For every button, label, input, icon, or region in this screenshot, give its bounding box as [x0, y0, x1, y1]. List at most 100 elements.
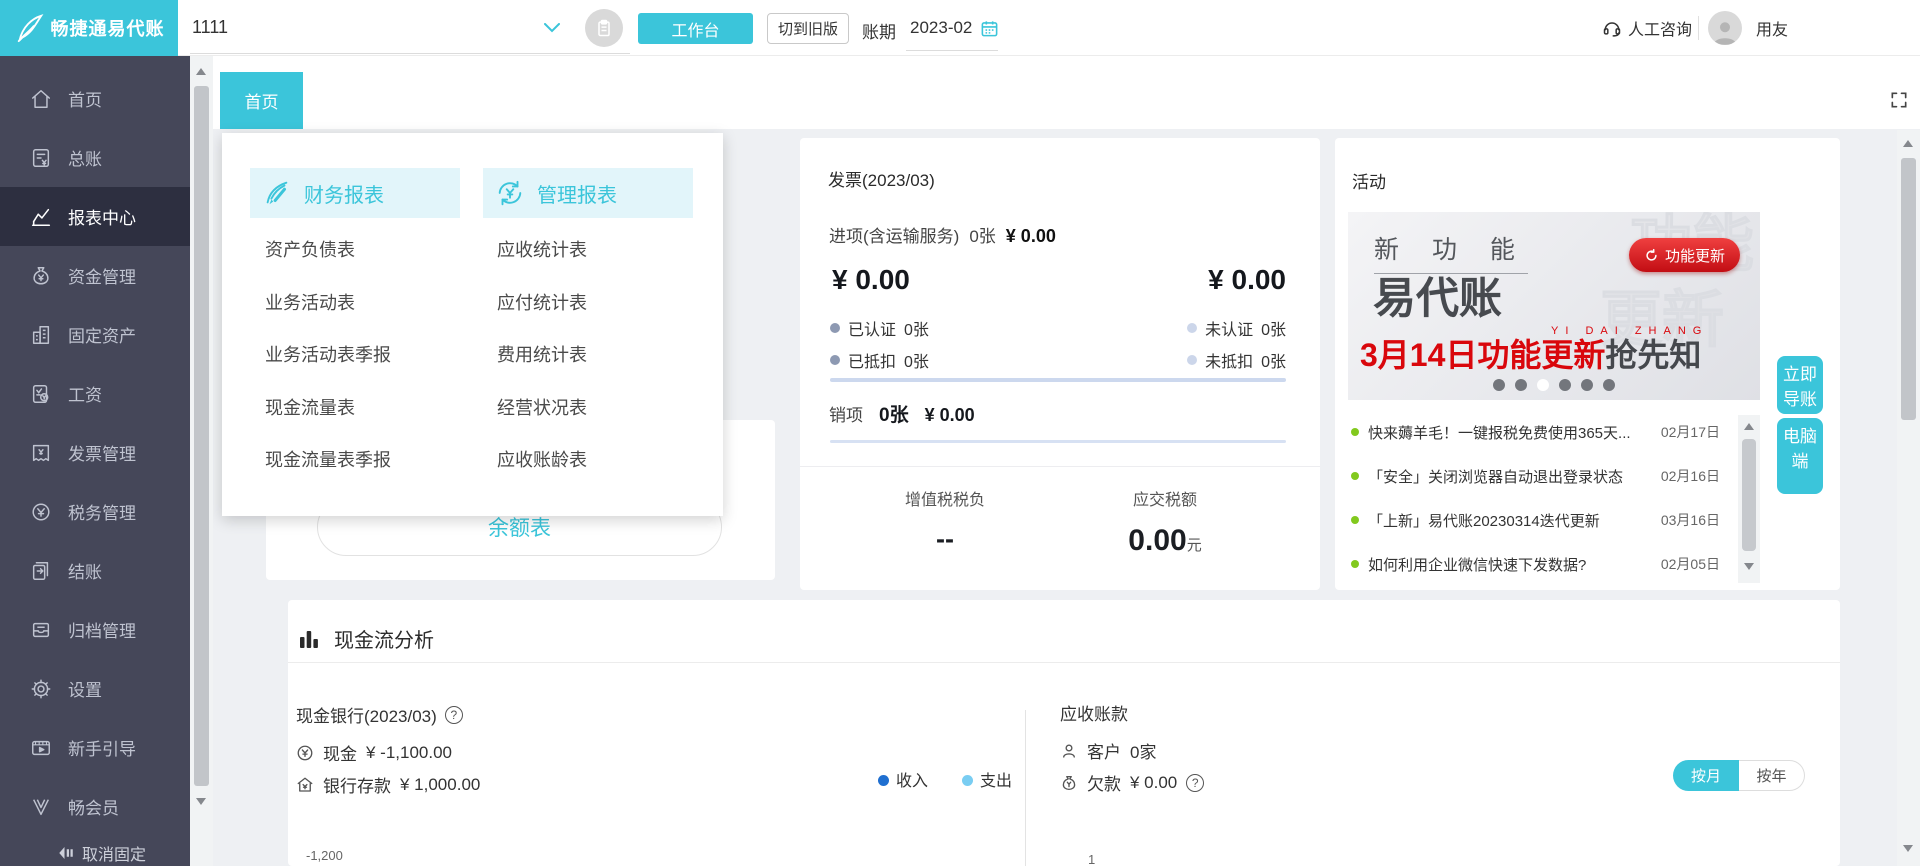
- carousel-dot[interactable]: [1515, 379, 1527, 391]
- pc-client-button[interactable]: 电脑端: [1777, 418, 1823, 494]
- sidebar-item-report-center[interactable]: 报表中心: [0, 187, 190, 246]
- invoice-input-line: 进项(含运输服务) 0张 ¥ 0.00: [829, 222, 1056, 247]
- page-scrollbar-thumb[interactable]: [1901, 158, 1916, 420]
- legend-expense[interactable]: 支出: [962, 767, 1012, 791]
- news-scrollbar-thumb[interactable]: [1742, 439, 1756, 551]
- bank-value: ¥ 1,000.00: [400, 774, 481, 794]
- customer-row: 客户 0家: [1060, 738, 1156, 763]
- building-icon: [30, 324, 52, 346]
- sidebar-item-funds[interactable]: 资金管理: [0, 246, 190, 305]
- scroll-down-arrow-icon[interactable]: [1744, 563, 1754, 570]
- support-link[interactable]: 人工咨询: [1602, 0, 1692, 56]
- menu-item-cashflow-quarterly[interactable]: 现金流量表季报: [265, 446, 391, 472]
- cashflow-card: 现金流分析 现金银行(2023/03) ? 现金 ¥ -1,100.00 银行存…: [288, 600, 1840, 866]
- manage-report-header[interactable]: 管理报表: [483, 168, 693, 218]
- menu-item-cashflow-statement[interactable]: 现金流量表: [265, 394, 355, 420]
- sidebar-item-invoice-management[interactable]: 发票管理: [0, 423, 190, 482]
- menu-item-expense-stats[interactable]: 费用统计表: [497, 341, 587, 367]
- finance-report-header[interactable]: 财务报表: [250, 168, 460, 218]
- help-icon[interactable]: ?: [1186, 773, 1205, 792]
- legend-income[interactable]: 收入: [878, 767, 928, 791]
- carousel-dot[interactable]: [1559, 379, 1571, 391]
- import-now-button[interactable]: 立即导账: [1777, 356, 1823, 414]
- banner-update-badge[interactable]: 功能更新: [1628, 238, 1740, 272]
- sidebar-item-label: 资金管理: [68, 268, 136, 287]
- cashflow-divider: [288, 662, 1840, 663]
- salary-icon: [30, 383, 52, 405]
- topbar: 畅捷通易代账 1111 工作台 切到旧版 账期 2023-02 人工咨询 用友: [0, 0, 1920, 56]
- period-selector[interactable]: 2023-02: [910, 18, 999, 38]
- carousel-dot[interactable]: [1493, 379, 1505, 391]
- home-icon: [30, 88, 52, 110]
- report-center-icon: [30, 206, 52, 228]
- menu-item-receivable-stats[interactable]: 应收统计表: [497, 236, 587, 262]
- help-icon[interactable]: ?: [444, 705, 463, 724]
- guide-icon: [30, 737, 52, 759]
- user-menu[interactable]: 用友: [1708, 0, 1788, 56]
- expense-dot-icon: [962, 775, 974, 786]
- clipboard-icon[interactable]: [585, 9, 623, 47]
- sidebar-scrollbar[interactable]: [190, 56, 213, 866]
- banner-badge-label: 功能更新: [1664, 247, 1725, 265]
- fullscreen-icon[interactable]: [1878, 78, 1920, 122]
- sidebar-item-settings[interactable]: 设置: [0, 659, 190, 718]
- page-scrollbar[interactable]: [1897, 130, 1920, 866]
- account-selector[interactable]: 1111: [192, 0, 560, 55]
- toggle-by-year[interactable]: 按年: [1739, 760, 1805, 791]
- toggle-by-month[interactable]: 按月: [1673, 760, 1739, 791]
- sidebar-item-fixed-assets[interactable]: 固定资产: [0, 305, 190, 364]
- activity-banner[interactable]: 功能 更新 新 功 能 功能更新 易代账 YI DAI ZHANG 3月14日功…: [1348, 212, 1760, 400]
- sidebar-item-archive[interactable]: 归档管理: [0, 600, 190, 659]
- menu-item-activity-quarterly[interactable]: 业务活动表季报: [265, 341, 391, 367]
- sidebar-item-general-ledger[interactable]: 总账: [0, 128, 190, 187]
- switch-old-version-button[interactable]: 切到旧版: [767, 13, 849, 44]
- sidebar-item-beginner-guide[interactable]: 新手引导: [0, 718, 190, 777]
- menu-item-payable-stats[interactable]: 应付统计表: [497, 289, 587, 315]
- chart-legend: 收入 支出: [878, 767, 1012, 791]
- scroll-up-arrow-icon[interactable]: [1744, 423, 1754, 430]
- menu-item-balance-sheet[interactable]: 资产负债表: [265, 236, 355, 262]
- tab-home[interactable]: 首页: [220, 72, 303, 129]
- topbar-divider: [1698, 16, 1699, 40]
- scroll-down-arrow-icon[interactable]: [196, 798, 206, 805]
- news-item[interactable]: 快来薅羊毛！一键报税免费使用365天... 02月17日: [1351, 418, 1720, 446]
- debt-row: 欠款 ¥ 0.00 ?: [1060, 770, 1205, 795]
- invoice-output-line: 销项 0张 ¥ 0.00: [829, 400, 975, 427]
- report-menu-panel: 财务报表 管理报表 资产负债表 业务活动表 业务活动表季报 现金流量表 现金流量…: [222, 133, 723, 516]
- cash-chart-axis-label: -1,200: [306, 848, 343, 863]
- manage-report-icon: [495, 178, 525, 208]
- sidebar-item-home[interactable]: 首页: [0, 69, 190, 128]
- news-item[interactable]: 「上新」易代账20230314迭代更新 03月16日: [1351, 506, 1720, 534]
- menu-item-activity-statement[interactable]: 业务活动表: [265, 289, 355, 315]
- scroll-up-arrow-icon[interactable]: [196, 68, 206, 75]
- chevron-down-icon: [544, 22, 560, 33]
- menu-item-operating-status[interactable]: 经营状况表: [497, 394, 587, 420]
- period-value: 2023-02: [910, 18, 973, 37]
- carousel-dot[interactable]: [1603, 379, 1615, 391]
- scroll-down-arrow-icon[interactable]: [1903, 845, 1913, 852]
- sidebar-item-member[interactable]: 畅会员: [0, 777, 190, 836]
- gear-icon: [30, 678, 52, 700]
- carousel-dot-active[interactable]: [1537, 379, 1549, 391]
- sidebar-item-salary[interactable]: 工资: [0, 364, 190, 423]
- invoice-uncertified-stat: 未认证 0张: [1187, 316, 1286, 340]
- scroll-up-arrow-icon[interactable]: [1903, 140, 1913, 147]
- sidebar-item-closing[interactable]: 结账: [0, 541, 190, 600]
- sidebar-scrollbar-thumb[interactable]: [194, 86, 209, 786]
- app-root: 畅捷通易代账 1111 工作台 切到旧版 账期 2023-02 人工咨询 用友 …: [0, 0, 1920, 866]
- news-item[interactable]: 「安全」关闭浏览器自动退出登录状态 02月16日: [1351, 462, 1720, 490]
- support-label: 人工咨询: [1628, 22, 1693, 39]
- sidebar-item-tax-management[interactable]: 税务管理: [0, 482, 190, 541]
- news-item[interactable]: 如何利用企业微信快速下发数据? 02月05日: [1351, 550, 1720, 578]
- news-list-scrollbar[interactable]: [1738, 415, 1760, 583]
- carousel-dot[interactable]: [1581, 379, 1593, 391]
- tax-icon: [30, 501, 52, 523]
- bullet-icon: [1351, 560, 1359, 568]
- tax-burden-label: 增值税税负: [904, 492, 985, 509]
- workbench-button[interactable]: 工作台: [638, 13, 753, 44]
- invoice-output-bar: [830, 440, 1286, 443]
- user-name: 用友: [1756, 22, 1789, 39]
- menu-item-receivable-aging[interactable]: 应收账龄表: [497, 446, 587, 472]
- unpin-sidebar-button[interactable]: 取消固定: [0, 836, 190, 866]
- bullet-icon: [1351, 428, 1359, 436]
